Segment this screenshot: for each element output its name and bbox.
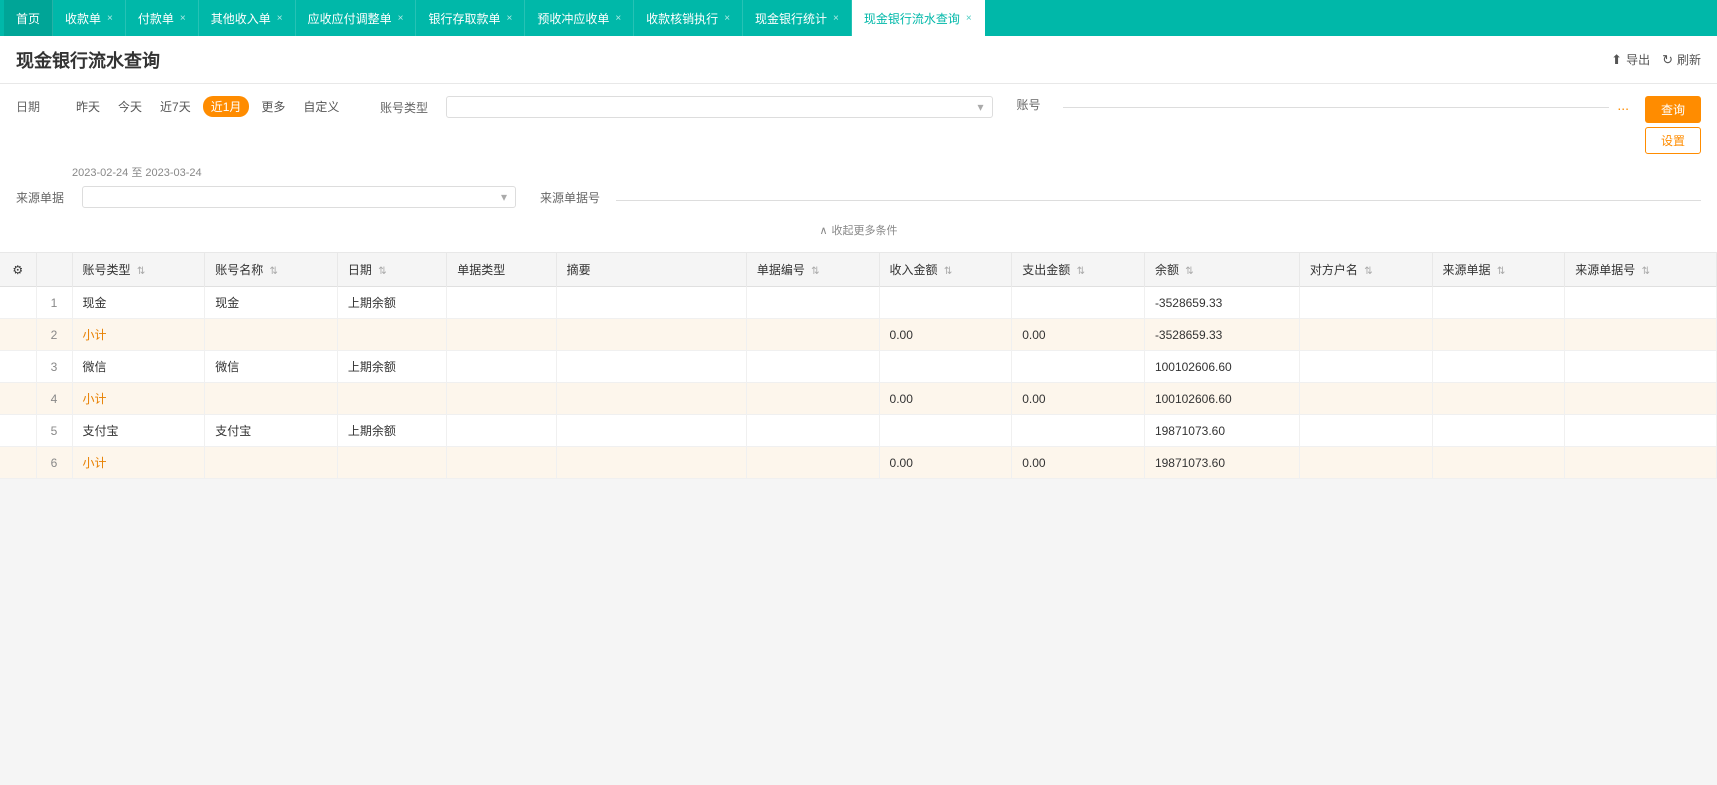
column-num — [36, 253, 72, 287]
date-range-display: 2023-02-24 至 2023-03-24 — [72, 167, 202, 179]
account-ellipsis-btn[interactable]: ... — [1617, 97, 1629, 113]
collapse-row: ∧ 收起更多条件 — [16, 218, 1701, 240]
column-date[interactable]: 日期 ⇅ — [337, 253, 446, 287]
close-icon[interactable]: × — [966, 13, 972, 24]
source-doc-select[interactable]: ▾ — [82, 186, 516, 208]
account-type-label: 账号类型 — [380, 99, 430, 116]
query-button[interactable]: 查询 — [1645, 96, 1701, 123]
chevron-up-icon: ∧ — [819, 224, 827, 237]
close-icon[interactable]: × — [615, 13, 621, 24]
table-header-row: ⚙ 账号类型 ⇅ 账号名称 ⇅ 日期 ⇅ 单据类型 摘要 单据编号 ⇅ 收入金额… — [0, 253, 1717, 287]
date-btn-7days[interactable]: 近7天 — [154, 96, 197, 117]
close-icon[interactable]: × — [180, 13, 186, 24]
date-btn-custom[interactable]: 自定义 — [297, 96, 345, 117]
refresh-button[interactable]: ↻ 刷新 — [1662, 51, 1701, 68]
account-label: 账号 — [1017, 96, 1047, 113]
nav-tab-2[interactable]: 付款单 × — [126, 0, 199, 36]
top-nav: 首页 收款单 × 付款单 × 其他收入单 × 应收应付调整单 × 银行存取款单 … — [0, 0, 1717, 36]
date-label: 日期 — [16, 98, 56, 115]
export-button[interactable]: ⬆ 导出 — [1611, 51, 1650, 68]
table-row[interactable]: 6小计0.000.0019871073.60 — [0, 447, 1717, 479]
nav-tab-1[interactable]: 收款单 × — [53, 0, 126, 36]
close-icon[interactable]: × — [724, 13, 730, 24]
date-shortcuts: 昨天 今天 近7天 近1月 更多 自定义 — [70, 96, 345, 117]
column-expense[interactable]: 支出金额 ⇅ — [1012, 253, 1145, 287]
nav-tab-home[interactable]: 首页 — [4, 0, 53, 36]
nav-tab-3[interactable]: 其他收入单 × — [199, 0, 296, 36]
date-btn-yesterday[interactable]: 昨天 — [70, 96, 106, 117]
column-account-name[interactable]: 账号名称 ⇅ — [205, 253, 338, 287]
column-account-type[interactable]: 账号类型 ⇅ — [72, 253, 205, 287]
nav-tab-4[interactable]: 应收应付调整单 × — [296, 0, 417, 36]
column-balance[interactable]: 余额 ⇅ — [1144, 253, 1299, 287]
nav-tab-7[interactable]: 收款核销执行 × — [634, 0, 743, 36]
refresh-icon: ↻ — [1662, 52, 1673, 68]
account-type-select[interactable]: ▾ — [446, 96, 993, 118]
nav-tab-8[interactable]: 现金银行统计 × — [743, 0, 852, 36]
chevron-down-icon: ▾ — [977, 100, 983, 114]
source-doc-no-label: 来源单据号 — [540, 189, 600, 206]
close-icon[interactable]: × — [506, 13, 512, 24]
table-row[interactable]: 3微信微信上期余额100102606.60 — [0, 351, 1717, 383]
column-summary: 摘要 — [556, 253, 746, 287]
page-title: 现金银行流水查询 — [16, 47, 160, 73]
column-settings[interactable]: ⚙ — [0, 253, 36, 287]
column-source-doc[interactable]: 来源单据 ⇅ — [1432, 253, 1565, 287]
page-header: 现金银行流水查询 ⬆ 导出 ↻ 刷新 — [0, 36, 1717, 84]
column-income[interactable]: 收入金额 ⇅ — [879, 253, 1012, 287]
nav-tab-6[interactable]: 预收冲应收单 × — [525, 0, 634, 36]
table-row[interactable]: 2小计0.000.00-3528659.33 — [0, 319, 1717, 351]
table-row[interactable]: 1现金现金上期余额-3528659.33 — [0, 287, 1717, 319]
source-doc-no-input[interactable] — [616, 194, 1701, 201]
table-container: ⚙ 账号类型 ⇅ 账号名称 ⇅ 日期 ⇅ 单据类型 摘要 单据编号 ⇅ 收入金额… — [0, 253, 1717, 479]
account-input[interactable] — [1063, 101, 1610, 108]
close-icon[interactable]: × — [833, 13, 839, 24]
column-doc-no[interactable]: 单据编号 ⇅ — [746, 253, 879, 287]
chevron-down-icon: ▾ — [501, 190, 507, 204]
export-icon: ⬆ — [1611, 52, 1622, 68]
filter-area: 日期 昨天 今天 近7天 近1月 更多 自定义 账号类型 ▾ — [0, 84, 1717, 253]
settings-button[interactable]: 设置 — [1645, 127, 1701, 154]
header-actions: ⬆ 导出 ↻ 刷新 — [1611, 51, 1701, 68]
column-doc-type: 单据类型 — [447, 253, 556, 287]
close-icon[interactable]: × — [398, 13, 404, 24]
table-row[interactable]: 5支付宝支付宝上期余额19871073.60 — [0, 415, 1717, 447]
date-btn-more[interactable]: 更多 — [255, 96, 291, 117]
column-counterparty[interactable]: 对方户名 ⇅ — [1299, 253, 1432, 287]
table-row[interactable]: 4小计0.000.00100102606.60 — [0, 383, 1717, 415]
nav-tab-9[interactable]: 现金银行流水查询 × — [852, 0, 985, 36]
date-btn-today[interactable]: 今天 — [112, 96, 148, 117]
nav-tab-5[interactable]: 银行存取款单 × — [416, 0, 525, 36]
column-source-doc-no[interactable]: 来源单据号 ⇅ — [1565, 253, 1717, 287]
data-table: ⚙ 账号类型 ⇅ 账号名称 ⇅ 日期 ⇅ 单据类型 摘要 单据编号 ⇅ 收入金额… — [0, 253, 1717, 479]
date-btn-1month[interactable]: 近1月 — [203, 96, 250, 117]
collapse-button[interactable]: ∧ 收起更多条件 — [819, 222, 897, 238]
close-icon[interactable]: × — [107, 13, 113, 24]
close-icon[interactable]: × — [277, 13, 283, 24]
source-doc-label: 来源单据 — [16, 189, 66, 206]
